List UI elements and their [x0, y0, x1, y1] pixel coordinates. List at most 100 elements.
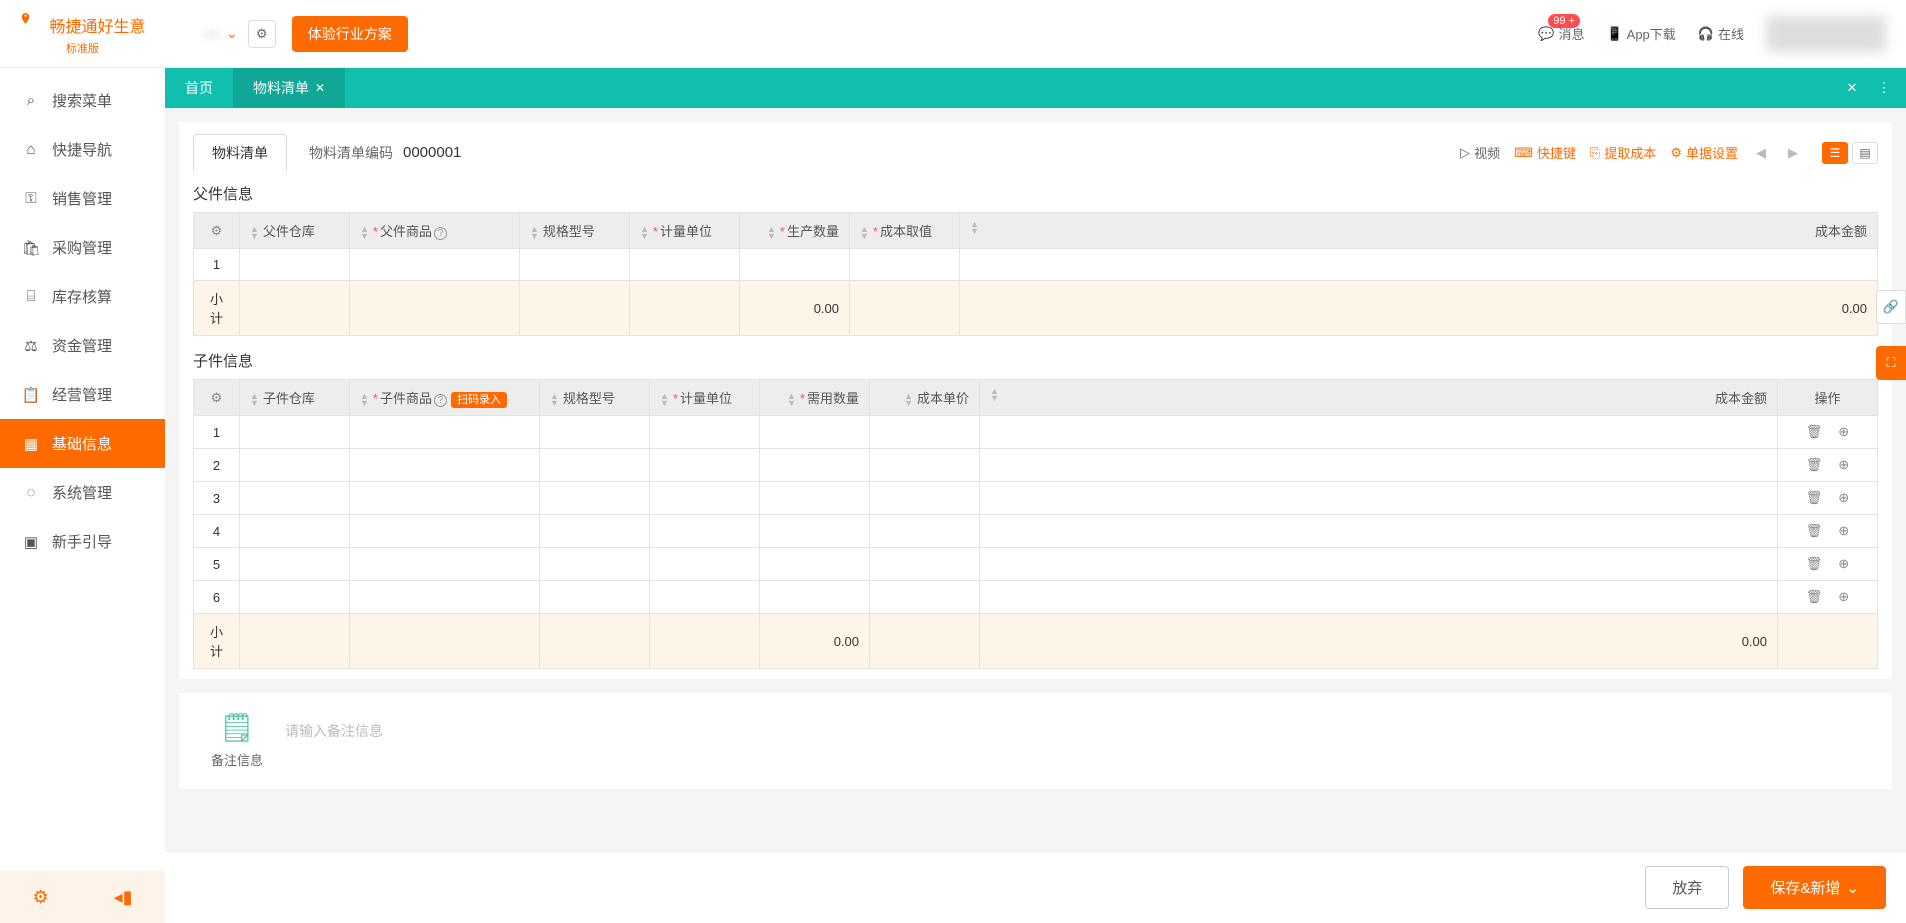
close-icon[interactable]: ✕ [315, 81, 325, 95]
col-parent-costamount[interactable]: ▲▼成本金额 [960, 213, 1878, 249]
row-number: 2 [194, 449, 240, 482]
fullscreen-button[interactable]: ⛶ [1876, 346, 1906, 380]
col-child-warehouse[interactable]: ▲▼子件仓库 [240, 380, 350, 416]
sidebar-item-6[interactable]: 📋经营管理 [0, 370, 165, 419]
sidebar-item-5[interactable]: ⚖资金管理 [0, 321, 165, 370]
sidebar-item-8[interactable]: ◌系统管理 [0, 468, 165, 517]
sidebar-item-1[interactable]: ⌂快捷导航 [0, 125, 165, 174]
messages-button[interactable]: 💬 消息 99 + [1538, 24, 1584, 43]
table-row[interactable]: 1🗑⊕ [194, 416, 1878, 449]
sidebar-item-label: 库存核算 [52, 286, 112, 307]
parent-section-title: 父件信息 [179, 179, 1892, 212]
logo-text: 畅捷通好生意 [49, 13, 145, 37]
sidebar-item-3[interactable]: 🛍采购管理 [0, 223, 165, 272]
col-parent-product[interactable]: ▲▼*父件商品? [350, 213, 520, 249]
sidebar-item-label: 基础信息 [52, 433, 112, 454]
doc-type-tab[interactable]: 物料清单 [193, 134, 287, 171]
notes-icon: 🗒 [219, 711, 255, 744]
gear-icon[interactable]: ⚙ [211, 223, 223, 238]
subtotal-qty: 0.00 [740, 281, 850, 336]
app-download-button[interactable]: 📱 App下载 [1606, 24, 1675, 43]
next-doc-button[interactable]: ▶ [1784, 145, 1802, 161]
cta-button[interactable]: 体验行业方案 [292, 16, 408, 52]
row-number: 6 [194, 581, 240, 614]
document-panel: 物料清单 物料清单编码 0000001 ▷视频 ⌨快捷键 ⎘提取成本 ⚙单据设置… [179, 122, 1892, 679]
sidebar-item-2[interactable]: ⚿销售管理 [0, 174, 165, 223]
sidebar-collapse-button[interactable]: ◂▮ [114, 887, 133, 908]
table-row[interactable]: 4🗑⊕ [194, 515, 1878, 548]
add-row-button[interactable]: ⊕ [1838, 424, 1849, 440]
attachment-button[interactable]: 🔗 [1876, 290, 1906, 324]
sidebar-item-4[interactable]: ⌸库存核算 [0, 272, 165, 321]
gear-icon[interactable]: ⚙ [211, 390, 223, 405]
shortcut-button[interactable]: ⌨快捷键 [1514, 143, 1576, 162]
sidebar-item-label: 资金管理 [52, 335, 112, 356]
add-row-button[interactable]: ⊕ [1838, 457, 1849, 473]
tab-more-button[interactable]: ⋮ [1870, 74, 1898, 102]
info-icon[interactable]: ? [434, 227, 447, 240]
gear-icon: ⚙ [1670, 145, 1682, 161]
tab-bom[interactable]: 物料清单 ✕ [233, 68, 345, 108]
online-label: 在线 [1718, 24, 1744, 43]
discard-button[interactable]: 放弃 [1645, 866, 1729, 909]
subtotal-qty: 0.00 [760, 614, 870, 669]
delete-row-button[interactable]: 🗑 [1806, 490, 1823, 506]
prev-doc-button[interactable]: ◀ [1752, 145, 1770, 161]
table-row[interactable]: 1 [194, 249, 1878, 281]
col-child-spec[interactable]: ▲▼规格型号 [540, 380, 650, 416]
col-child-costamount[interactable]: ▲▼成本金额 [980, 380, 1778, 416]
user-avatar[interactable] [1766, 16, 1886, 52]
subtotal-amount: 0.00 [980, 614, 1778, 669]
table-row[interactable]: 6 🗑 ⊕ [194, 581, 1878, 614]
col-child-qty[interactable]: ▲▼*需用数量 [760, 380, 870, 416]
scan-input-button[interactable]: 扫码录入 [451, 392, 507, 408]
view-card-button[interactable]: ▤ [1852, 142, 1878, 164]
online-support-button[interactable]: 🎧 在线 [1698, 24, 1744, 43]
subtotal-row: 小计0.000.00 [194, 614, 1878, 669]
col-parent-unit[interactable]: ▲▼*计量单位 [630, 213, 740, 249]
add-row-button[interactable]: ⊕ [1838, 523, 1849, 539]
table-row[interactable]: 5🗑⊕ [194, 548, 1878, 581]
col-parent-warehouse[interactable]: ▲▼父件仓库 [240, 213, 350, 249]
video-help-button[interactable]: ▷视频 [1460, 143, 1500, 162]
tab-close-all-button[interactable]: ✕ [1838, 74, 1866, 102]
sidebar-item-0[interactable]: ⌕搜索菜单 [0, 76, 165, 125]
sidebar-settings-button[interactable]: ⚙ [32, 887, 48, 908]
sidebar-item-7[interactable]: ▦ 基础信息 [0, 419, 165, 468]
col-parent-qty[interactable]: ▲▼*生产数量 [740, 213, 850, 249]
extract-cost-button[interactable]: ⎘提取成本 [1590, 143, 1656, 162]
col-child-unitcost[interactable]: ▲▼成本单价 [870, 380, 980, 416]
delete-row-button[interactable]: 🗑 [1806, 424, 1823, 440]
col-parent-spec[interactable]: ▲▼规格型号 [520, 213, 630, 249]
ops-icon: 📋 [22, 386, 40, 404]
info-icon[interactable]: ? [434, 394, 447, 407]
add-row-button[interactable]: ⊕ [1838, 490, 1849, 506]
notes-label: 备注信息 [211, 750, 263, 769]
add-row-button[interactable]: ⊕ [1838, 589, 1849, 605]
download-label: App下载 [1627, 24, 1676, 43]
play-icon: ▷ [1460, 145, 1470, 161]
doc-settings-button[interactable]: ⚙单据设置 [1670, 143, 1738, 162]
table-row[interactable]: 3🗑⊕ [194, 482, 1878, 515]
sidebar-item-9[interactable]: ▣新手引导 [0, 517, 165, 566]
delete-row-button[interactable]: 🗑 [1806, 523, 1823, 539]
delete-row-button[interactable]: 🗑 [1806, 556, 1823, 572]
table-row[interactable]: 2 🗑 ⊕ [194, 449, 1878, 482]
child-table: ⚙ ▲▼子件仓库 ▲▼*子件商品?扫码录入 ▲▼规格型号 ▲▼*计量单位 ▲▼*… [193, 379, 1878, 669]
org-selector[interactable]: — ⌄ [205, 25, 238, 42]
add-row-button[interactable]: ⊕ [1838, 556, 1849, 572]
subtotal-row: 小计 0.00 0.00 [194, 281, 1878, 336]
col-child-unit[interactable]: ▲▼*计量单位 [650, 380, 760, 416]
delete-row-button[interactable]: 🗑 [1806, 457, 1823, 473]
view-list-button[interactable]: ☰ [1822, 142, 1848, 164]
tab-home[interactable]: 首页 [165, 68, 233, 108]
col-child-product[interactable]: ▲▼*子件商品?扫码录入 [350, 380, 540, 416]
base-icon: ▦ [22, 435, 40, 453]
save-new-button[interactable]: 保存&新增 ⌄ [1743, 866, 1886, 909]
col-parent-costmethod[interactable]: ▲▼*成本取值 [850, 213, 960, 249]
org-settings-button[interactable]: ⚙ [248, 20, 276, 48]
delete-row-button[interactable]: 🗑 [1806, 589, 1823, 605]
notes-input[interactable] [277, 711, 1874, 771]
purchase-icon: 🛍 [22, 239, 40, 257]
col-child-ops: 操作 [1778, 380, 1878, 416]
